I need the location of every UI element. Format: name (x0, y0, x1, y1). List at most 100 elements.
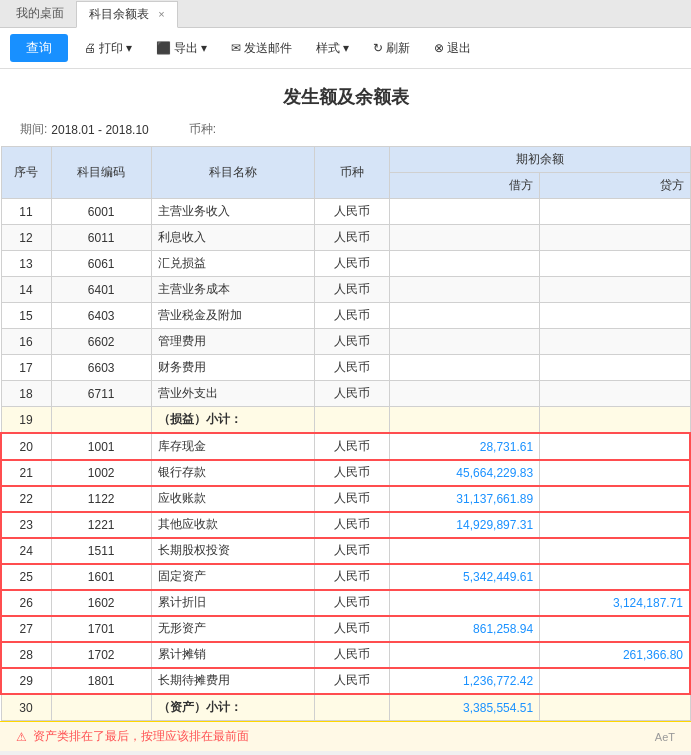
cell-currency: 人民币 (314, 199, 389, 225)
cell-code (51, 407, 151, 434)
cell-name: 财务费用 (151, 355, 314, 381)
cell-debit: 1,236,772.42 (389, 668, 539, 695)
header-opening-balance: 期初余额 (389, 147, 690, 173)
tab-bar: 我的桌面 科目余额表 × (0, 0, 691, 28)
cell-credit: 261,366.80 (540, 642, 690, 668)
font-label: AeT (655, 731, 675, 743)
cell-credit (540, 616, 690, 642)
cell-code: 6011 (51, 225, 151, 251)
cell-name: 库存现金 (151, 433, 314, 460)
table-row: 15 6403 营业税金及附加 人民币 (1, 303, 690, 329)
report-meta: 期间: 2018.01 - 2018.10 币种: (0, 117, 691, 146)
export-dropdown-icon: ▾ (201, 41, 207, 55)
cell-debit: 5,342,449.61 (389, 564, 539, 590)
header-seq: 序号 (1, 147, 51, 199)
print-button[interactable]: 🖨 打印 ▾ (76, 36, 140, 61)
table-row: 16 6602 管理费用 人民币 (1, 329, 690, 355)
tip-text: 资产类排在了最后，按理应该排在最前面 (33, 728, 249, 745)
cell-credit (540, 407, 690, 434)
cell-debit: 31,137,661.89 (389, 486, 539, 512)
cell-code (51, 694, 151, 721)
cell-currency: 人民币 (314, 512, 389, 538)
header-name: 科目名称 (151, 147, 314, 199)
cell-currency: 人民币 (314, 225, 389, 251)
header-credit: 贷方 (540, 173, 690, 199)
style-dropdown-icon: ▾ (343, 41, 349, 55)
cell-credit (540, 694, 690, 721)
table-row: 19 （损益）小计： (1, 407, 690, 434)
email-button[interactable]: ✉ 发送邮件 (223, 36, 300, 61)
cell-debit (389, 303, 539, 329)
table-row: 14 6401 主营业务成本 人民币 (1, 277, 690, 303)
bottom-tip: ⚠ 资产类排在了最后，按理应该排在最前面 AeT (0, 721, 691, 751)
cell-code: 6603 (51, 355, 151, 381)
cell-credit (540, 225, 690, 251)
cell-seq: 14 (1, 277, 51, 303)
cell-currency: 人民币 (314, 355, 389, 381)
cell-seq: 18 (1, 381, 51, 407)
cell-seq: 23 (1, 512, 51, 538)
cell-debit: 861,258.94 (389, 616, 539, 642)
currency-label: 币种: (189, 121, 216, 138)
cell-name: 利息收入 (151, 225, 314, 251)
cell-credit (540, 668, 690, 695)
table-row: 29 1801 长期待摊费用 人民币 1,236,772.42 (1, 668, 690, 695)
cell-currency: 人民币 (314, 303, 389, 329)
cell-code: 1511 (51, 538, 151, 564)
cell-seq: 13 (1, 251, 51, 277)
cell-debit: 3,385,554.51 (389, 694, 539, 721)
export-button[interactable]: ⬛ 导出 ▾ (148, 36, 215, 61)
period-value: 2018.01 - 2018.10 (51, 123, 148, 137)
period-meta: 期间: 2018.01 - 2018.10 (20, 121, 149, 138)
table-row: 18 6711 营业外支出 人民币 (1, 381, 690, 407)
tab-subject-balance[interactable]: 科目余额表 × (76, 1, 178, 28)
table-row: 25 1601 固定资产 人民币 5,342,449.61 (1, 564, 690, 590)
refresh-button[interactable]: ↻ 刷新 (365, 36, 418, 61)
cell-debit (389, 251, 539, 277)
cell-seq: 25 (1, 564, 51, 590)
report-title: 发生额及余额表 (0, 85, 691, 109)
tab-close-icon[interactable]: × (158, 8, 164, 20)
cell-currency: 人民币 (314, 277, 389, 303)
cell-currency: 人民币 (314, 642, 389, 668)
style-button[interactable]: 样式 ▾ (308, 36, 357, 61)
cell-debit: 14,929,897.31 (389, 512, 539, 538)
cell-code: 1702 (51, 642, 151, 668)
cell-name: （损益）小计： (151, 407, 314, 434)
cell-currency: 人民币 (314, 381, 389, 407)
cell-debit (389, 199, 539, 225)
cell-seq: 15 (1, 303, 51, 329)
cell-credit: 3,124,187.71 (540, 590, 690, 616)
cell-credit (540, 381, 690, 407)
refresh-icon: ↻ (373, 41, 383, 55)
cell-name: 其他应收款 (151, 512, 314, 538)
cell-name: 累计摊销 (151, 642, 314, 668)
cell-seq: 17 (1, 355, 51, 381)
cell-currency (314, 407, 389, 434)
cell-currency: 人民币 (314, 329, 389, 355)
cell-debit (389, 538, 539, 564)
cell-code: 6711 (51, 381, 151, 407)
tab-desktop[interactable]: 我的桌面 (4, 1, 76, 26)
export-icon: ⬛ (156, 41, 171, 55)
table-header-row: 序号 科目编码 科目名称 币种 期初余额 (1, 147, 690, 173)
cell-name: 主营业务收入 (151, 199, 314, 225)
table-row: 24 1511 长期股权投资 人民币 (1, 538, 690, 564)
cell-seq: 20 (1, 433, 51, 460)
query-button[interactable]: 查询 (10, 34, 68, 62)
cell-name: 累计折旧 (151, 590, 314, 616)
cell-seq: 30 (1, 694, 51, 721)
cell-currency: 人民币 (314, 251, 389, 277)
cell-code: 6061 (51, 251, 151, 277)
exit-button[interactable]: ⊗ 退出 (426, 36, 479, 61)
table-row: 28 1702 累计摊销 人民币 261,366.80 (1, 642, 690, 668)
cell-seq: 22 (1, 486, 51, 512)
table-row: 11 6001 主营业务收入 人民币 (1, 199, 690, 225)
cell-currency: 人民币 (314, 538, 389, 564)
cell-name: 长期待摊费用 (151, 668, 314, 695)
warning-icon: ⚠ (16, 730, 27, 744)
print-icon: 🖨 (84, 41, 96, 55)
table-row: 20 1001 库存现金 人民币 28,731.61 (1, 433, 690, 460)
cell-debit (389, 590, 539, 616)
cell-name: 长期股权投资 (151, 538, 314, 564)
